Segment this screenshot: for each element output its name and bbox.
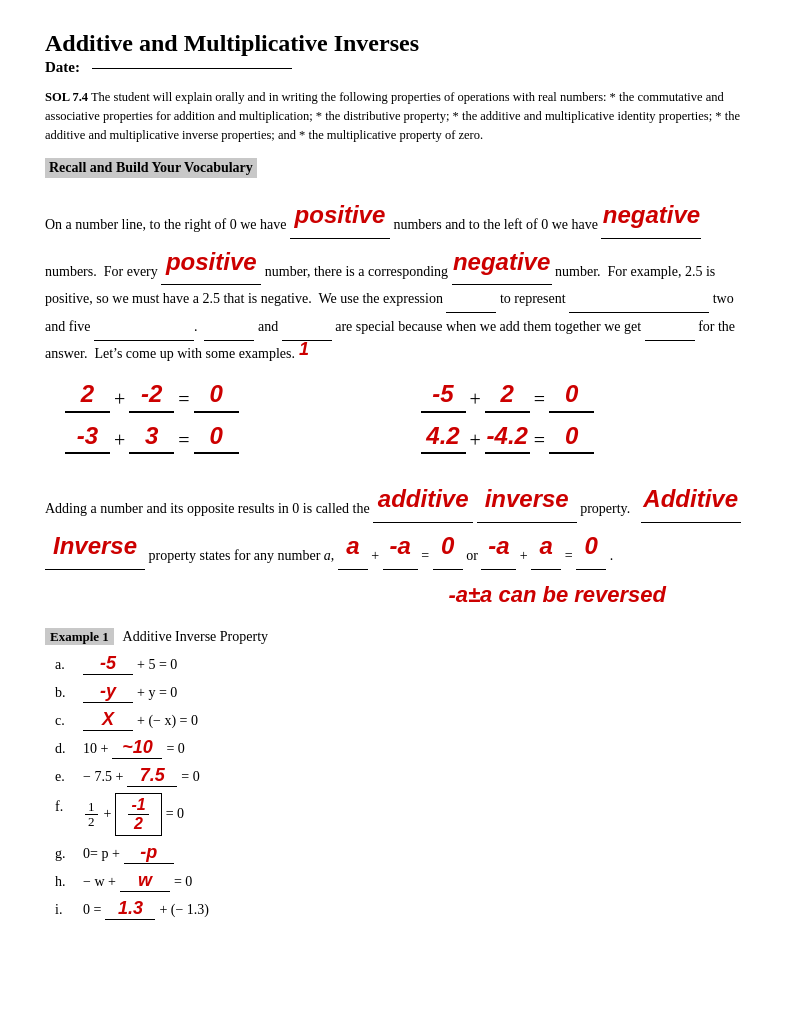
vocab-header: Recall and Build Your Vocabulary: [45, 158, 257, 178]
ans-a: -5: [83, 653, 133, 675]
page-title: Additive and Multiplicative Inverses: [45, 30, 746, 57]
list-item: a. -5 + 5 = 0: [55, 653, 746, 675]
ex4-left: 4.2: [421, 419, 466, 455]
ex4-right: -4.2: [485, 419, 530, 455]
hw-positive1: positive: [295, 201, 386, 228]
ex3-left: -3: [65, 419, 110, 455]
list-item: e. − 7.5 + 7.5 = 0: [55, 765, 746, 787]
blank-0b: 0: [576, 523, 606, 570]
ans-i: 1.3: [105, 898, 155, 920]
ex1-left: 2: [65, 377, 110, 413]
examples-grid: 2 + -2 = 0 -5 + 2 = 0: [65, 377, 746, 454]
sol-text: SOL 7.4 The student will explain orally …: [45, 88, 746, 144]
hw-positive2: positive: [166, 248, 257, 275]
aside-note: -a±a can be reversed: [448, 582, 666, 607]
blank-additive2: Additive: [641, 476, 741, 523]
ans-d: ~10: [112, 737, 162, 759]
ans-e: 7.5: [127, 765, 177, 787]
hw-negative2: negative: [453, 248, 550, 275]
additive-section: Adding a number and its opposite results…: [45, 476, 746, 615]
date-line: Date:: [45, 59, 746, 76]
example1-label: Example 1: [45, 628, 114, 645]
ex1-ans: 0: [194, 377, 239, 413]
ex1-right: -2: [129, 377, 174, 413]
list-item: g. 0= p + -p: [55, 842, 746, 864]
list-item: h. − w + w = 0: [55, 870, 746, 892]
blank-represent: [569, 285, 709, 313]
example1-header: Example 1 Additive Inverse Property: [45, 629, 746, 645]
ex2-left: -5: [421, 377, 466, 413]
list-item: f. 1 2 + -1 2 = 0: [55, 793, 746, 835]
blank-inverse2: Inverse: [45, 523, 145, 570]
blank-positive1: positive: [290, 192, 390, 239]
frac-1-2: 1 2: [85, 800, 98, 830]
date-underline: [92, 68, 292, 69]
blank-result: [645, 313, 695, 341]
ans-f: -1 2: [115, 793, 161, 835]
page-container: Additive and Multiplicative Inverses Dat…: [45, 30, 746, 920]
list-item: b. -y + y = 0: [55, 681, 746, 703]
example-eq-1: 2 + -2 = 0: [65, 377, 391, 413]
blank-na2: -a: [481, 523, 516, 570]
blank-five: [94, 313, 194, 341]
blank-positive2: positive: [161, 239, 261, 286]
example-eq-4: 4.2 + -4.2 = 0: [421, 419, 747, 455]
blank-na1: -a: [383, 523, 418, 570]
example-eq-3: -3 + 3 = 0: [65, 419, 391, 455]
blank-special1: [204, 313, 254, 341]
ex4-ans: 0: [549, 419, 594, 455]
ex2-right: 2: [485, 377, 530, 413]
example-note: 1: [299, 332, 309, 366]
blank-a2: a: [531, 523, 561, 570]
ans-g: -p: [124, 842, 174, 864]
ex3-right: 3: [129, 419, 174, 455]
ans-b: -y: [83, 681, 133, 703]
list-item: d. 10 + ~10 = 0: [55, 737, 746, 759]
blank-a1: a: [338, 523, 368, 570]
list-item: i. 0 = 1.3 + (− 1.3): [55, 898, 746, 920]
hw-negative1: negative: [603, 201, 700, 228]
ex3-ans: 0: [194, 419, 239, 455]
ex2-ans: 0: [549, 377, 594, 413]
blank-inverse: inverse: [477, 476, 577, 523]
blank-negative2: negative: [452, 239, 552, 286]
example-eq-2: -5 + 2 = 0: [421, 377, 747, 413]
vocabulary-paragraph: On a number line, to the right of 0 we h…: [45, 192, 746, 367]
ans-c: X: [83, 709, 133, 731]
problem-list: a. -5 + 5 = 0 b. -y + y = 0 c. X: [55, 653, 746, 919]
blank-expr: [446, 285, 496, 313]
blank-additive: additive: [373, 476, 473, 523]
ans-h: w: [120, 870, 170, 892]
blank-0a: 0: [433, 523, 463, 570]
list-item: c. X + (− x) = 0: [55, 709, 746, 731]
blank-negative1: negative: [601, 192, 701, 239]
